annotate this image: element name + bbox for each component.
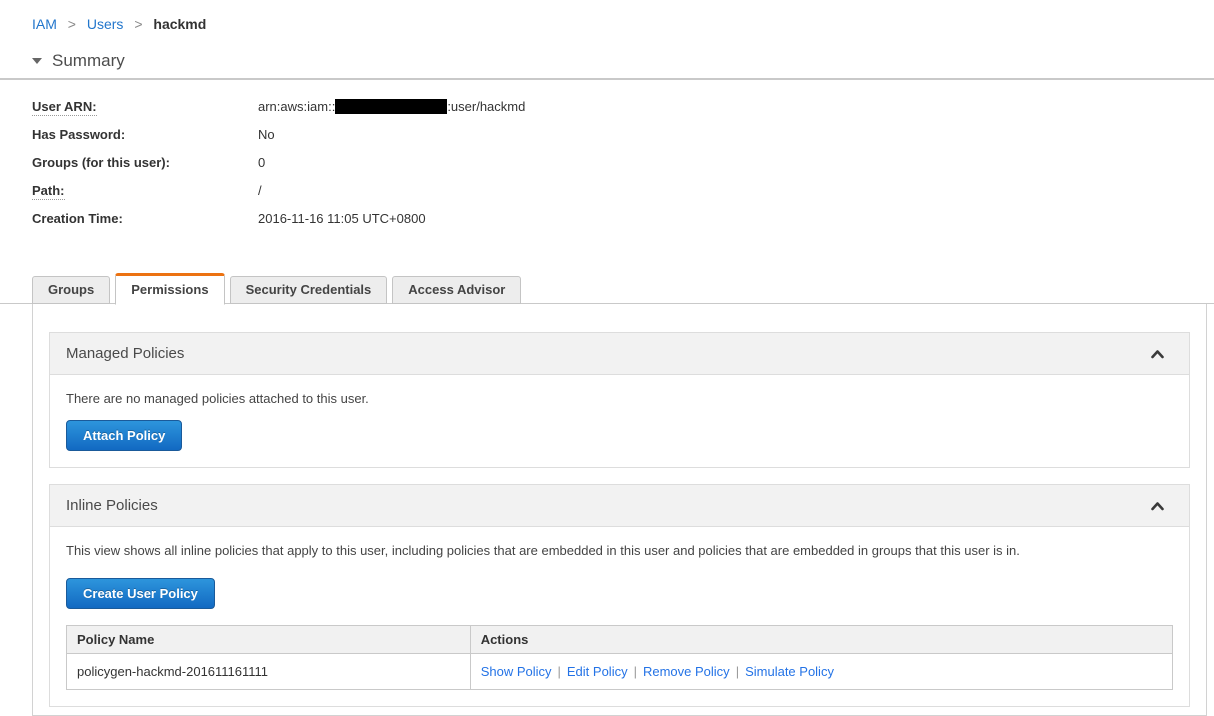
remove-policy-link[interactable]: Remove Policy: [643, 664, 730, 679]
user-arn-suffix: :user/hackmd: [447, 98, 526, 114]
action-separator: |: [633, 664, 637, 679]
inline-policies-body: This view shows all inline policies that…: [50, 527, 1189, 706]
inline-policies-table: Policy Name Actions policygen-hackmd-201…: [66, 625, 1174, 690]
summary-fields: User ARN: arn:aws:iam:::user/hackmd Has …: [32, 92, 1214, 232]
breadcrumb-link-users[interactable]: Users: [87, 16, 124, 32]
collapse-caret-icon: [32, 58, 42, 64]
breadcrumb: IAM > Users > hackmd: [0, 0, 1214, 32]
action-separator: |: [557, 664, 561, 679]
path-label: Path:: [32, 182, 65, 200]
groups-count-value: 0: [258, 154, 266, 170]
managed-policies-empty-text: There are no managed policies attached t…: [66, 391, 369, 406]
inline-policies-panel: Inline Policies This view shows all inli…: [49, 484, 1190, 707]
creation-time-value: 2016-11-16 11:05 UTC+0800: [258, 210, 426, 226]
actions-cell: Show Policy | Edit Policy | Remove Policy | Si…: [469, 653, 1174, 690]
edit-policy-link[interactable]: Edit Policy: [567, 664, 628, 679]
actions-column-header: Actions: [469, 625, 1174, 654]
tab-groups[interactable]: Groups: [32, 276, 111, 304]
show-policy-link[interactable]: Show Policy: [481, 664, 552, 679]
attach-policy-button[interactable]: Attach Policy: [66, 420, 183, 451]
permissions-tab-content: Managed Policies There are no managed po…: [32, 304, 1207, 716]
inline-policies-description: This view shows all inline policies that…: [66, 543, 1020, 558]
summary-row-groups: Groups (for this user): 0: [32, 148, 1214, 176]
tab-security-credentials[interactable]: Security Credentials: [229, 276, 388, 304]
policy-name-cell: policygen-hackmd-201611161111: [66, 653, 471, 690]
summary-row-has-password: Has Password: No: [32, 120, 1214, 148]
breadcrumb-link-iam[interactable]: IAM: [32, 16, 57, 32]
summary-row-creation-time: Creation Time: 2016-11-16 11:05 UTC+0800: [32, 204, 1214, 232]
summary-row-path: Path: /: [32, 176, 1214, 204]
simulate-policy-link[interactable]: Simulate Policy: [745, 664, 834, 679]
has-password-label: Has Password:: [32, 126, 126, 142]
summary-toggle[interactable]: Summary: [32, 51, 1214, 71]
managed-policies-header[interactable]: Managed Policies: [50, 333, 1189, 375]
summary-row-user-arn: User ARN: arn:aws:iam:::user/hackmd: [32, 92, 1214, 120]
has-password-value: No: [258, 126, 275, 142]
managed-policies-panel: Managed Policies There are no managed po…: [49, 332, 1190, 468]
creation-time-label: Creation Time:: [32, 210, 123, 226]
user-arn-prefix: arn:aws:iam::: [258, 98, 336, 114]
create-user-policy-button[interactable]: Create User Policy: [66, 578, 215, 609]
policy-name-column-header: Policy Name: [66, 625, 471, 654]
inline-policies-title: Inline Policies: [66, 497, 158, 514]
table-row: policygen-hackmd-201611161111 Show Polic…: [66, 653, 1174, 690]
breadcrumb-separator: >: [67, 16, 76, 32]
collapse-chevron-icon[interactable]: [1142, 499, 1173, 513]
breadcrumb-current-user: hackmd: [153, 16, 207, 32]
breadcrumb-separator: >: [134, 16, 143, 32]
page: IAM > Users > hackmd Summary User ARN: a…: [0, 0, 1214, 716]
collapse-chevron-icon[interactable]: [1142, 347, 1173, 361]
tab-access-advisor[interactable]: Access Advisor: [392, 276, 522, 304]
managed-policies-body: There are no managed policies attached t…: [50, 375, 1189, 467]
user-arn-value: arn:aws:iam:::user/hackmd: [258, 98, 526, 114]
path-value: /: [258, 182, 262, 198]
action-separator: |: [735, 664, 740, 679]
tab-permissions[interactable]: Permissions: [115, 273, 225, 305]
account-id-redaction-box: [335, 98, 448, 114]
summary-title: Summary: [52, 51, 125, 70]
groups-count-label: Groups (for this user):: [32, 154, 170, 170]
tab-bar: Groups Permissions Security Credentials …: [0, 273, 1214, 305]
managed-policies-title: Managed Policies: [66, 345, 185, 362]
inline-policies-header[interactable]: Inline Policies: [50, 485, 1189, 527]
summary-divider: [0, 78, 1214, 80]
table-header-row: Policy Name Actions: [66, 625, 1174, 654]
user-arn-label: User ARN:: [32, 98, 97, 116]
